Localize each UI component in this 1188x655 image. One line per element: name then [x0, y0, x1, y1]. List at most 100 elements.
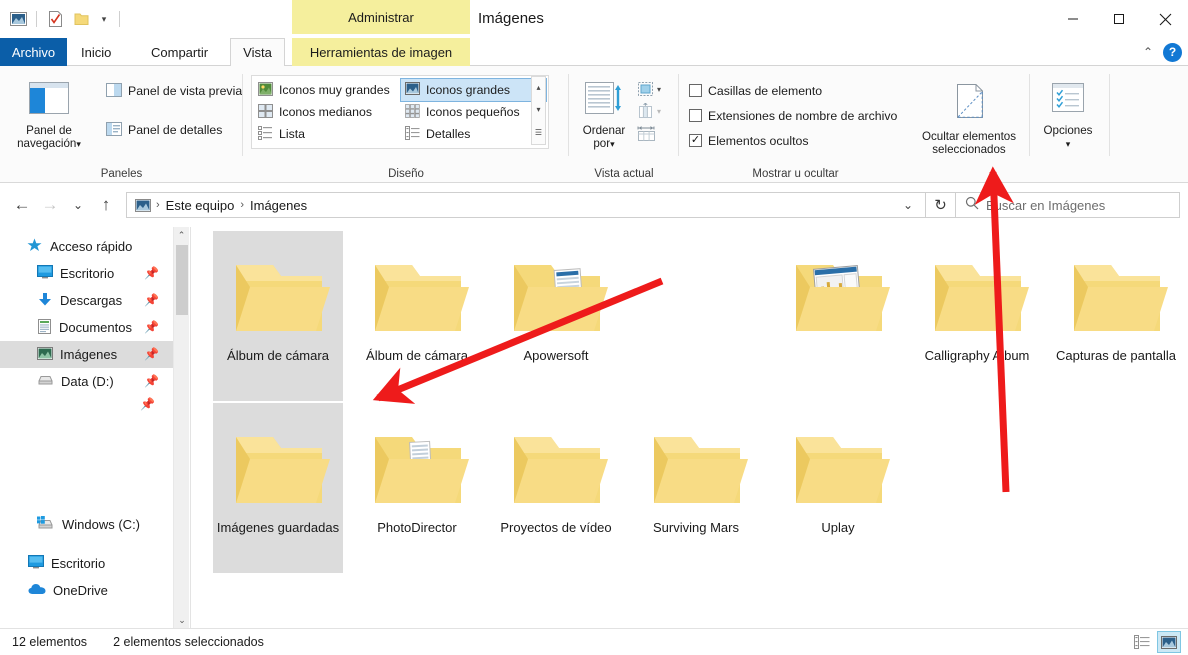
elementos-ocultos-checkbox[interactable]: ✓ Elementos ocultos	[685, 128, 901, 153]
ocultar-elementos-seleccionados-button[interactable]: Ocultar elementos seleccionados	[912, 74, 1026, 156]
list-item[interactable]	[773, 231, 903, 355]
size-all-columns-button[interactable]: ▾	[637, 100, 661, 122]
list-item[interactable]: Calligraphy Album	[912, 231, 1042, 372]
gallery-expand-icon[interactable]: ☰	[535, 128, 542, 137]
pin-icon-5[interactable]: 📌	[144, 374, 159, 388]
pictures-icon[interactable]	[8, 10, 28, 28]
sidebar-item-imagenes[interactable]: Imágenes 📌	[0, 341, 173, 368]
sidebar-item-descargas[interactable]: Descargas 📌	[0, 287, 173, 314]
list-item[interactable]: Imágenes guardadas	[213, 403, 343, 573]
scroll-down-icon[interactable]: ⌄	[174, 612, 190, 628]
ordenar-por-button[interactable]: Ordenar por▾	[571, 74, 637, 151]
refresh-button[interactable]: ↻	[926, 192, 956, 218]
back-arrow-icon: ←	[13, 195, 31, 214]
casillas-de-elemento-label: Casillas de elemento	[708, 83, 823, 98]
extensiones-de-nombre-checkbox[interactable]: Extensiones de nombre de archivo	[685, 103, 901, 128]
collapse-ribbon-icon[interactable]: ⌃	[1143, 45, 1153, 59]
panel-detalles-toggle[interactable]: Panel de detalles	[102, 119, 246, 141]
pin-icon[interactable]: 📌	[144, 266, 159, 280]
minimize-button[interactable]	[1050, 0, 1096, 38]
window-controls	[1050, 0, 1188, 38]
checkbox-checked-icon[interactable]: ✓	[689, 134, 702, 147]
iconos-medianos-option[interactable]: Iconos medianos	[254, 101, 401, 123]
tab-vista[interactable]: Vista	[230, 38, 285, 67]
chevron-down-icon: ⌄	[72, 198, 84, 212]
tab-inicio[interactable]: Inicio	[67, 38, 125, 66]
search-placeholder: Buscar en Imágenes	[986, 197, 1106, 213]
sidebar-item-documentos[interactable]: Documentos 📌	[0, 314, 173, 341]
sidebar-item-acceso-rapido[interactable]: Acceso rápido	[0, 233, 173, 260]
address-dropdown-icon[interactable]: ⌄	[903, 198, 921, 212]
list-item[interactable]: PhotoDirector	[352, 403, 482, 544]
new-folder-icon[interactable]	[71, 10, 91, 28]
list-item[interactable]: Álbum de cámara	[352, 231, 482, 372]
checkbox-unchecked-icon[interactable]	[689, 84, 702, 97]
maximize-button[interactable]	[1096, 0, 1142, 38]
navigation-pane-scrollbar[interactable]: ⌃ ⌄	[173, 227, 189, 628]
tab-archivo[interactable]: Archivo	[0, 38, 67, 66]
pin-icon-3[interactable]: 📌	[144, 320, 159, 334]
panel-vista-previa-toggle[interactable]: Panel de vista previa	[102, 80, 246, 102]
pin-icon-4[interactable]: 📌	[144, 347, 159, 361]
up-button[interactable]: ↑	[92, 191, 120, 219]
breadcrumb[interactable]: › Este equipo › Imágenes ⌄	[126, 192, 926, 218]
scroll-up-icon[interactable]: ⌃	[174, 227, 189, 243]
properties-icon[interactable]	[45, 10, 65, 28]
pin-icon-2[interactable]: 📌	[144, 293, 159, 307]
pin-icon-6[interactable]: 📌	[140, 395, 155, 413]
size-column-fit-button[interactable]	[637, 122, 661, 144]
iconos-grandes-option[interactable]: Iconos grandes	[399, 78, 548, 102]
add-columns-button[interactable]: ▾	[637, 78, 661, 100]
details-view-button[interactable]	[1131, 632, 1153, 652]
gallery-scroll-down-icon[interactable]: ▾	[536, 106, 540, 114]
tab-herramientas-de-imagen[interactable]: Herramientas de imagen	[292, 38, 470, 66]
breadcrumb-item-imagenes[interactable]: Imágenes	[245, 198, 312, 213]
contextual-tab-group-label: Administrar	[348, 9, 414, 25]
list-item[interactable]: Álbum de cámara	[213, 231, 343, 401]
customize-qat-caret-icon[interactable]: ▾	[97, 10, 111, 28]
sidebar-item-data-d[interactable]: Data (D:) 📌	[0, 368, 173, 395]
file-explorer-window: Administrar ▾ Imágenes Archivo Inicio Co…	[0, 0, 1188, 655]
options-icon	[1048, 82, 1088, 119]
sidebar-item-onedrive[interactable]: OneDrive	[0, 577, 173, 604]
sidebar-item-escritorio-2[interactable]: Escritorio	[0, 550, 173, 577]
checkbox-unchecked-icon-2[interactable]	[689, 109, 702, 122]
up-arrow-icon: ↑	[101, 195, 111, 214]
sidebar-label-data-d: Data (D:)	[61, 374, 114, 389]
recent-locations-button[interactable]: ⌄	[64, 191, 92, 219]
file-name: Imágenes guardadas	[216, 520, 340, 535]
large-icons-view-button[interactable]	[1157, 631, 1181, 653]
detalles-option[interactable]: Detalles	[401, 123, 546, 145]
list-item[interactable]: Apowersoft	[491, 231, 621, 372]
back-button[interactable]: ←	[8, 191, 36, 219]
windows-drive-icon	[37, 515, 55, 534]
tab-compartir[interactable]: Compartir	[137, 38, 222, 66]
help-icon[interactable]: ?	[1163, 42, 1182, 62]
layout-gallery-scroll[interactable]: ▴ ▾ ☰	[531, 76, 546, 145]
file-name: PhotoDirector	[377, 520, 457, 535]
close-button[interactable]	[1142, 0, 1188, 38]
navigation-pane: Acceso rápido Escritorio 📌 Descargas 📌 D…	[0, 227, 173, 628]
casillas-de-elemento-checkbox[interactable]: Casillas de elemento	[685, 78, 901, 103]
status-bar: 12 elementos 2 elementos seleccionados	[0, 628, 1188, 655]
list-item[interactable]: Capturas de pantalla	[1051, 231, 1181, 372]
lista-option[interactable]: Lista	[254, 123, 401, 145]
forward-button[interactable]: →	[36, 191, 64, 219]
opciones-button[interactable]: Opciones ▾	[1028, 74, 1108, 151]
breadcrumb-pictures-icon[interactable]	[131, 198, 155, 212]
sidebar-item-windows-c[interactable]: Windows (C:)	[0, 511, 173, 538]
gallery-scroll-up-icon[interactable]: ▴	[536, 84, 540, 92]
iconos-pequenos-option[interactable]: Iconos pequeños	[401, 101, 546, 123]
iconos-muy-grandes-option[interactable]: Iconos muy grandes	[254, 79, 401, 101]
list-item[interactable]: Surviving Mars	[631, 403, 761, 544]
sidebar-item-escritorio[interactable]: Escritorio 📌	[0, 260, 173, 287]
breadcrumb-item-este-equipo[interactable]: Este equipo	[161, 198, 240, 213]
panel-navegacion-button[interactable]: Panel de navegación▾	[6, 74, 92, 151]
address-bar: ← → ⌄ ↑ › Este equipo › Imágenes ⌄ ↻ Bus…	[0, 183, 1188, 227]
list-item[interactable]: Uplay	[773, 403, 903, 544]
scrollbar-thumb[interactable]	[176, 245, 188, 315]
list-item[interactable]: Proyectos de vídeo	[491, 403, 621, 544]
ribbon-group-vista-actual: Ordenar por▾ ▾ ▾ Vista actual	[569, 66, 679, 183]
list-view-icon	[258, 125, 273, 143]
search-input[interactable]: Buscar en Imágenes	[956, 192, 1180, 218]
